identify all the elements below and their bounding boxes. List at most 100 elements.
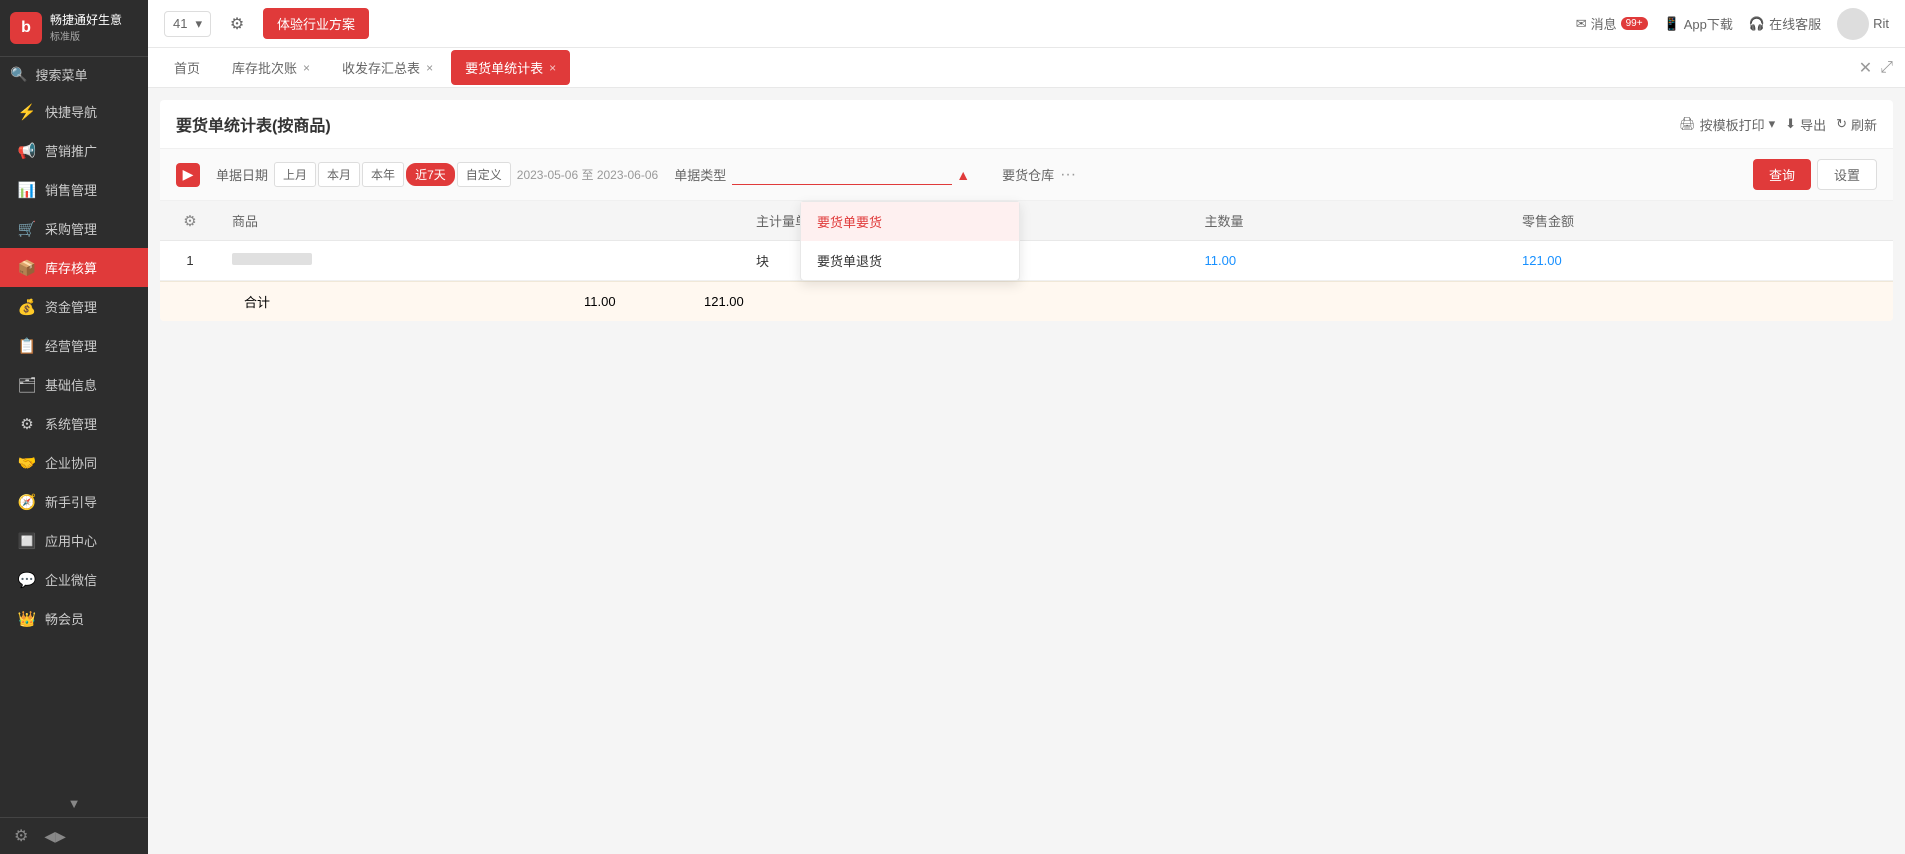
tab-batch-close[interactable]: × (303, 61, 310, 75)
filter-expand-btn[interactable]: ▶ (176, 163, 200, 187)
type-filter-group: 单据类型 ▲ (674, 165, 970, 185)
app-version: 标准版 (50, 28, 122, 43)
wechat-icon: 💬 (17, 571, 37, 589)
collapse-icon[interactable]: ◀▶ (44, 828, 66, 845)
online-service-btn[interactable]: 🎧 在线客服 (1749, 14, 1821, 33)
export-icon: ⬇ (1785, 116, 1796, 132)
org-chevron-icon: ▾ (195, 16, 202, 32)
tab-home[interactable]: 首页 (160, 50, 214, 85)
marketing-icon: 📢 (17, 142, 37, 160)
filter-bar: ▶ 单据日期 上月 本月 本年 近7天 自定义 2023-05-06 至 202… (160, 149, 1893, 201)
date-filter-label: 单据日期 (216, 165, 268, 184)
settings-config-button[interactable]: 设置 (1817, 159, 1877, 190)
this-month-btn[interactable]: 本月 (318, 162, 360, 187)
data-table: ⚙ 商品 主计量单位 主数量 零售金额 1 (160, 201, 1893, 281)
sidebar-item-marketing[interactable]: 📢 营销推广 (0, 131, 148, 170)
query-button[interactable]: 查询 (1753, 159, 1811, 190)
last-7days-btn[interactable]: 近7天 (406, 163, 455, 186)
tab-order-stat-close[interactable]: × (549, 61, 556, 75)
window-expand-icon[interactable]: ⤢ (1880, 59, 1893, 77)
messages-btn[interactable]: ✉ 消息 99+ (1576, 14, 1648, 33)
quantity-link[interactable]: 11.00 (1204, 253, 1236, 268)
col-product: 商品 (220, 201, 744, 241)
messages-badge: 99+ (1621, 17, 1648, 30)
system-icon: ⚙ (17, 415, 37, 433)
dropdown-item-order-return[interactable]: 要货单退货 (801, 241, 1019, 280)
date-buttons: 上月 本月 本年 近7天 自定义 (274, 162, 511, 187)
settings-icon[interactable]: ⚙ (14, 826, 28, 846)
window-close-icon[interactable]: ✕ (1859, 58, 1872, 78)
filter-actions: 查询 设置 (1753, 159, 1877, 190)
sidebar-item-label: 系统管理 (45, 414, 97, 433)
type-select-chevron-icon[interactable]: ▲ (956, 167, 970, 183)
warehouse-more-icon[interactable]: ··· (1060, 166, 1076, 184)
user-profile-btn[interactable]: Rit (1837, 8, 1889, 40)
table-body: 1 块 11.00 121.00 (160, 241, 1893, 281)
sidebar-item-system[interactable]: ⚙ 系统管理 (0, 404, 148, 443)
print-chevron-icon: ▾ (1769, 116, 1776, 132)
sidebar-item-label: 基础信息 (45, 375, 97, 394)
tabbar: 首页 库存批次账 × 收发存汇总表 × 要货单统计表 × ✕ ⤢ (148, 48, 1905, 88)
row-index: 1 (160, 241, 220, 281)
sidebar-scroll-down[interactable]: ▼ (0, 790, 148, 817)
sidebar-item-purchase[interactable]: 🛒 采购管理 (0, 209, 148, 248)
sidebar-item-label: 库存核算 (45, 258, 97, 277)
warehouse-filter-group: 要货仓库 ··· (1002, 165, 1076, 184)
footer-total-quantity: 11.00 (572, 294, 692, 309)
this-year-btn[interactable]: 本年 (362, 162, 404, 187)
sidebar-bottom: ⚙ ◀▶ (0, 817, 148, 854)
vip-icon: 👑 (17, 610, 37, 628)
sidebar-item-wechat[interactable]: 💬 企业微信 (0, 560, 148, 599)
sidebar-item-label: 应用中心 (45, 531, 97, 550)
print-icon: 🖨 (1679, 116, 1696, 132)
last-month-btn[interactable]: 上月 (274, 162, 316, 187)
warehouse-filter-label: 要货仓库 (1002, 165, 1054, 184)
col-quantity: 主数量 (1192, 201, 1510, 241)
refresh-btn[interactable]: ↻ 刷新 (1836, 115, 1877, 134)
org-selector[interactable]: 41 ▾ (164, 11, 211, 37)
avatar (1837, 8, 1869, 40)
sidebar-item-label: 企业微信 (45, 570, 97, 589)
finance-icon: 💰 (17, 298, 37, 316)
tab-batch[interactable]: 库存批次账 × (218, 50, 324, 85)
custom-btn[interactable]: 自定义 (457, 162, 511, 187)
sidebar-item-vip[interactable]: 👑 畅会员 (0, 599, 148, 638)
content-area: 要货单统计表(按商品) 🖨 按模板打印 ▾ ⬇ 导出 ↻ 刷新 (148, 88, 1905, 854)
search-menu[interactable]: 🔍 搜索菜单 (0, 57, 148, 92)
sidebar-item-quick-nav[interactable]: ⚡ 快捷导航 (0, 92, 148, 131)
sidebar-item-basic[interactable]: 🗂 基础信息 (0, 365, 148, 404)
col-amount: 零售金额 (1510, 201, 1893, 241)
topbar-right: ✉ 消息 99+ 📱 App下载 🎧 在线客服 Rit (1576, 8, 1889, 40)
app-download-btn[interactable]: 📱 App下载 (1664, 14, 1733, 33)
tab-order-stat[interactable]: 要货单统计表 × (451, 50, 570, 85)
sidebar-item-operation[interactable]: 📋 经营管理 (0, 326, 148, 365)
sidebar-item-guide[interactable]: 🧭 新手引导 (0, 482, 148, 521)
trial-button[interactable]: 体验行业方案 (263, 8, 369, 39)
sidebar-item-sales[interactable]: 📊 销售管理 (0, 170, 148, 209)
sidebar-nav: ⚡ 快捷导航 📢 营销推广 📊 销售管理 🛒 采购管理 📦 库存核算 💰 资金管… (0, 92, 148, 790)
sidebar-item-corp[interactable]: 🤝 企业协同 (0, 443, 148, 482)
table-settings-icon[interactable]: ⚙ (183, 213, 196, 230)
sidebar-item-finance[interactable]: 💰 资金管理 (0, 287, 148, 326)
row-quantity: 11.00 (1192, 241, 1510, 281)
print-btn[interactable]: 🖨 按模板打印 ▾ (1679, 115, 1775, 134)
tab-inout[interactable]: 收发存汇总表 × (328, 50, 447, 85)
messages-label: 消息 (1591, 14, 1617, 33)
tab-home-label: 首页 (174, 58, 200, 77)
sidebar-item-inventory[interactable]: 📦 库存核算 (0, 248, 148, 287)
dropdown-item-order-goods[interactable]: 要货单要货 (801, 202, 1019, 241)
logo-icon: b (10, 12, 42, 44)
page-title: 要货单统计表(按商品) (176, 112, 331, 136)
export-btn[interactable]: ⬇ 导出 (1785, 115, 1826, 134)
sidebar-item-label: 新手引导 (45, 492, 97, 511)
col-gear: ⚙ (160, 201, 220, 241)
app-logo: b 畅捷通好生意 标准版 (0, 0, 148, 57)
window-controls: ✕ ⤢ (1859, 58, 1893, 78)
sidebar-item-apps[interactable]: 🔲 应用中心 (0, 521, 148, 560)
tab-inout-close[interactable]: × (426, 61, 433, 75)
table-header-row: ⚙ 商品 主计量单位 主数量 零售金额 (160, 201, 1893, 241)
amount-link[interactable]: 121.00 (1522, 253, 1562, 268)
topbar-settings-btn[interactable]: ⚙ (223, 10, 251, 38)
type-select-input[interactable] (732, 165, 952, 185)
guide-icon: 🧭 (17, 493, 37, 511)
